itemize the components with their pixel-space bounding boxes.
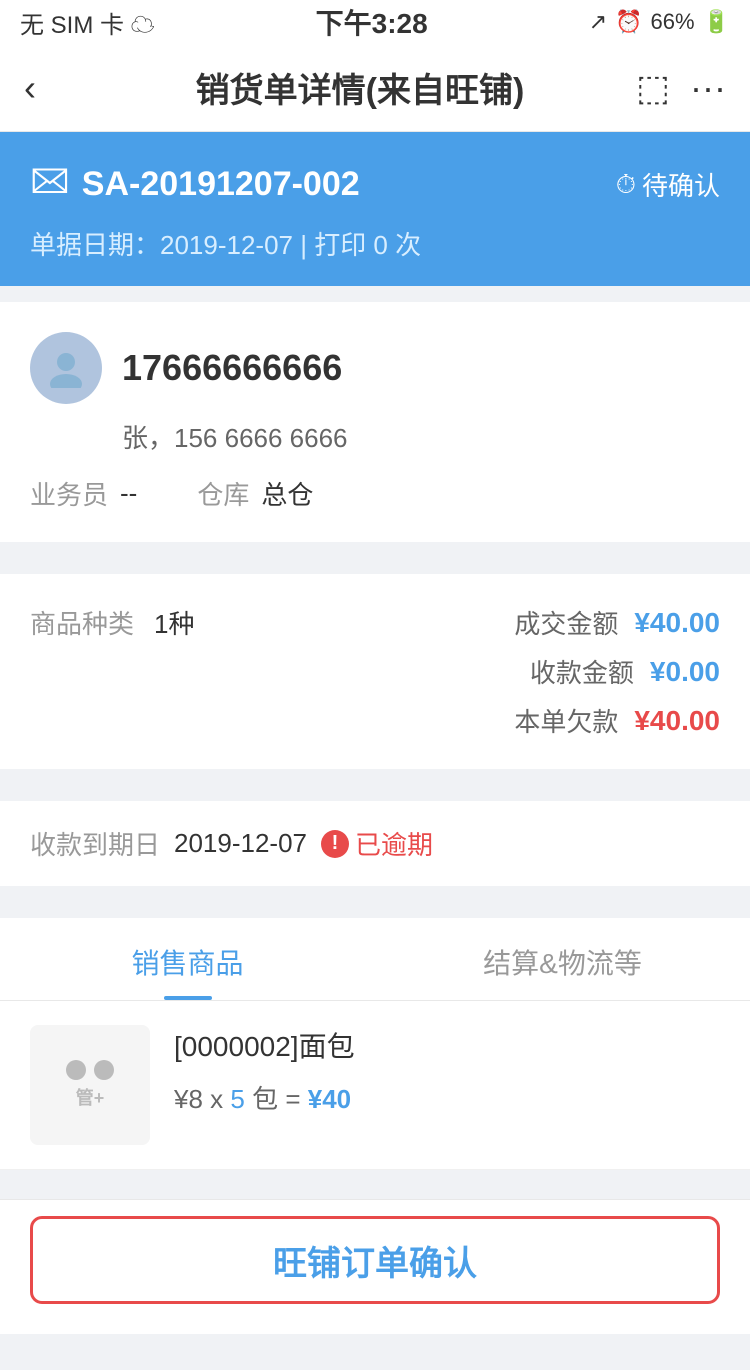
- product-info: [0000002]面包 ¥8 x 5 包 = ¥40: [174, 1025, 720, 1145]
- tab-settlement-label: 结算&物流等: [483, 948, 642, 979]
- product-unit: 包: [252, 1084, 278, 1114]
- alarm-icon: ⏰: [615, 9, 642, 35]
- summary-left: 商品种类 1种: [30, 604, 194, 641]
- due-date-label: 收款到期日: [30, 825, 160, 862]
- customer-card: 17666666666 张，156 6666 6666 业务员 -- 仓库 总仓: [0, 302, 750, 542]
- due-date-value: 2019-12-07: [174, 828, 307, 859]
- product-multiply: x: [210, 1084, 230, 1114]
- product-price: ¥8: [174, 1084, 203, 1114]
- back-button[interactable]: ‹: [24, 67, 84, 109]
- summary-right: 成交金额 ¥40.00 收款金额 ¥0.00 本单欠款 ¥40.00: [514, 604, 720, 739]
- product-equals: =: [285, 1084, 307, 1114]
- page-title: 销货单详情(来自旺铺): [196, 63, 525, 112]
- order-id-text: SA-20191207-002: [82, 165, 360, 204]
- battery-level: 66%: [651, 9, 695, 35]
- warehouse-item: 仓库 总仓: [197, 475, 313, 512]
- salesperson-value: --: [120, 478, 137, 509]
- tab-products-label: 销售商品: [131, 948, 243, 979]
- product-calc: ¥8 x 5 包 = ¥40: [174, 1079, 720, 1116]
- customer-meta: 业务员 -- 仓库 总仓: [30, 475, 720, 512]
- product-type-label: 商品种类: [30, 604, 134, 641]
- owed-amount-row: 本单欠款 ¥40.00: [514, 702, 720, 739]
- more-icon[interactable]: ···: [690, 67, 726, 109]
- customer-name-info: 张，156 6666 6666: [122, 418, 720, 455]
- owed-amount-value: ¥40.00: [634, 705, 720, 737]
- order-header-top: 🖂 SA-20191207-002 ⏱ 待确认: [30, 156, 720, 213]
- owl-eye-left: [66, 1060, 86, 1080]
- product-total: ¥40: [308, 1084, 351, 1114]
- owed-amount-label: 本单欠款: [514, 702, 618, 739]
- tab-products[interactable]: 销售商品: [0, 918, 375, 1000]
- overdue-badge: ! 已逾期: [321, 825, 433, 862]
- owl-eyes: [66, 1060, 114, 1080]
- order-doc-icon: 🖂: [30, 156, 70, 213]
- status-right: ↗ ⏰ 66% 🔋: [589, 9, 730, 35]
- share-icon[interactable]: ⬚: [636, 67, 670, 109]
- order-status: ⏱ 待确认: [616, 166, 720, 203]
- collected-amount-row: 收款金额 ¥0.00: [530, 653, 720, 690]
- salesperson-label: 业务员: [30, 475, 108, 512]
- nav-bar: ‹ 销货单详情(来自旺铺) ⬚ ···: [0, 44, 750, 132]
- confirm-button[interactable]: 旺铺订单确认: [30, 1216, 720, 1304]
- owl-eye-right: [94, 1060, 114, 1080]
- product-image: 管+: [30, 1025, 150, 1145]
- divider-1: [0, 542, 750, 558]
- nav-actions: ⬚ ···: [636, 67, 726, 109]
- location-icon: ↗: [589, 9, 607, 35]
- customer-phone: 17666666666: [122, 347, 342, 389]
- product-type-value: 1种: [154, 604, 194, 641]
- order-header: 🖂 SA-20191207-002 ⏱ 待确认 单据日期：2019-12-07 …: [0, 132, 750, 286]
- collected-amount-label: 收款金额: [530, 653, 634, 690]
- collected-amount-value: ¥0.00: [650, 656, 720, 688]
- product-item: 管+ [0000002]面包 ¥8 x 5 包 = ¥40: [0, 1001, 750, 1170]
- status-left: 无 SIM 卡 ☁: [20, 5, 155, 40]
- clock-icon: ⏱: [616, 169, 636, 201]
- order-date: 单据日期：2019-12-07 | 打印 0 次: [30, 225, 720, 262]
- bottom-bar: 旺铺订单确认: [0, 1199, 750, 1334]
- sim-indicator: 无 SIM 卡 ☁: [20, 5, 155, 40]
- tab-settlement[interactable]: 结算&物流等: [375, 918, 750, 1000]
- deal-amount-row: 成交金额 ¥40.00: [514, 604, 720, 641]
- salesperson-item: 业务员 --: [30, 475, 137, 512]
- customer-top: 17666666666: [30, 332, 720, 404]
- overdue-icon: !: [321, 830, 349, 858]
- warehouse-value: 总仓: [261, 475, 313, 512]
- product-qty: 5: [230, 1084, 244, 1114]
- order-id: 🖂 SA-20191207-002: [30, 156, 360, 213]
- warehouse-label: 仓库: [197, 475, 249, 512]
- product-type-row: 商品种类 1种: [30, 604, 194, 641]
- status-time: 下午3:28: [316, 2, 428, 42]
- product-list: 管+ [0000002]面包 ¥8 x 5 包 = ¥40: [0, 1001, 750, 1170]
- battery-icon: 🔋: [703, 9, 730, 35]
- tabs-bar: 销售商品 结算&物流等: [0, 918, 750, 1001]
- divider-3: [0, 886, 750, 902]
- status-bar: 无 SIM 卡 ☁ 下午3:28 ↗ ⏰ 66% 🔋: [0, 0, 750, 44]
- deal-amount-label: 成交金额: [514, 604, 618, 641]
- product-name: [0000002]面包: [174, 1025, 720, 1065]
- overdue-text: 已逾期: [355, 825, 433, 862]
- due-date-card: 收款到期日 2019-12-07 ! 已逾期: [0, 801, 750, 886]
- divider-2: [0, 769, 750, 785]
- product-logo: 管+: [66, 1060, 114, 1110]
- deal-amount-value: ¥40.00: [634, 607, 720, 639]
- owl-label: 管+: [76, 1084, 105, 1110]
- summary-card: 商品种类 1种 成交金额 ¥40.00 收款金额 ¥0.00 本单欠款 ¥40.…: [0, 574, 750, 769]
- status-text: 待确认: [642, 166, 720, 203]
- avatar: [30, 332, 102, 404]
